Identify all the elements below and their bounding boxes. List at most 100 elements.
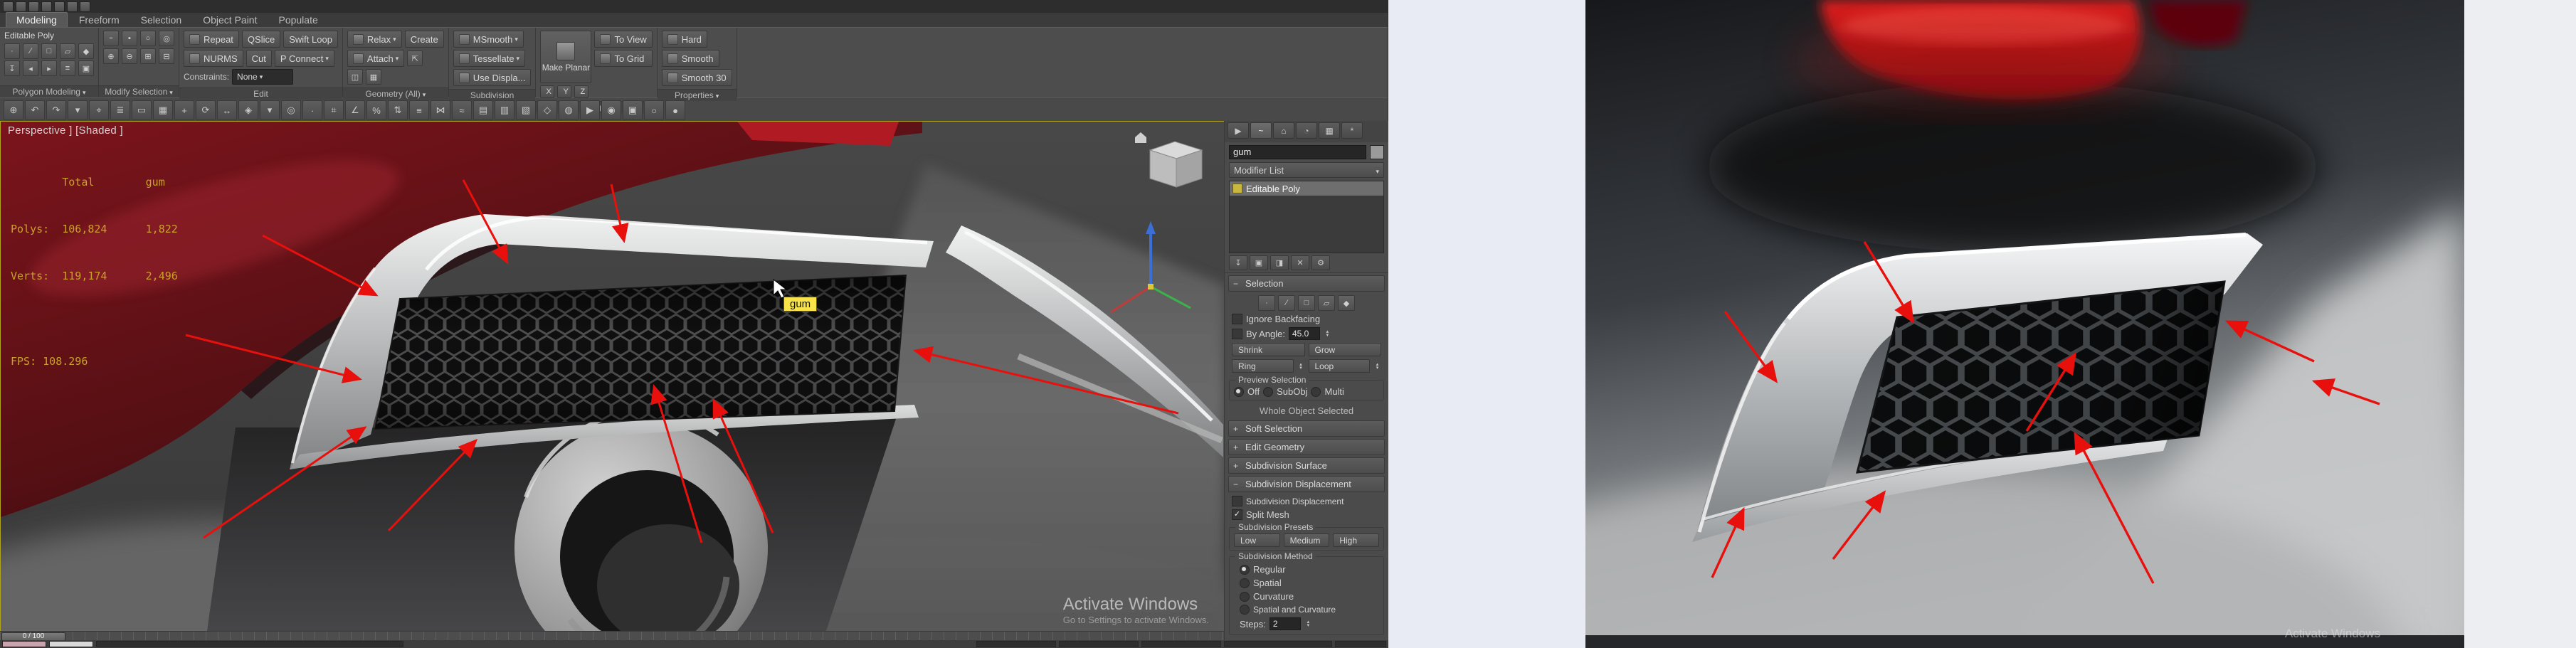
next-modifier-icon[interactable]: ▸ xyxy=(41,60,57,76)
open-file-icon[interactable] xyxy=(28,1,39,12)
tab-populate[interactable]: Populate xyxy=(268,13,327,27)
save-file-icon[interactable] xyxy=(41,1,52,12)
rollout-subdivision-surface[interactable]: + Subdivision Surface xyxy=(1228,457,1385,474)
vertex-mode-icon[interactable]: · xyxy=(4,43,20,59)
maxscript-mini-listener[interactable] xyxy=(2,641,46,647)
max-logo-icon[interactable] xyxy=(3,1,14,12)
object-name-field[interactable]: gum xyxy=(1229,145,1366,159)
preview-subobj-radio[interactable] xyxy=(1263,386,1274,397)
smooth-button[interactable]: Smooth xyxy=(661,50,719,67)
preset-low-button[interactable]: Low xyxy=(1234,533,1280,547)
shrink-selection-icon[interactable]: ▫ xyxy=(103,31,119,46)
swift-loop-button[interactable]: Swift Loop xyxy=(283,31,338,48)
unlink-selection-icon[interactable]: ↶ xyxy=(25,100,45,120)
select-object-icon[interactable]: ⌖ xyxy=(89,100,109,120)
rectangular-selection-region-icon[interactable]: ▭ xyxy=(132,100,152,120)
ring-button[interactable]: Ring xyxy=(1232,359,1294,373)
select-by-name-icon[interactable]: ≣ xyxy=(110,100,130,120)
element-subobject-icon[interactable]: ◆ xyxy=(1338,295,1355,311)
ribbon-caption-properties[interactable]: Properties xyxy=(657,89,737,101)
toggle-layer-explorer-icon[interactable]: ▧ xyxy=(516,100,536,120)
by-angle-spinner[interactable] xyxy=(1324,330,1331,337)
select-and-rotate-icon[interactable]: ⟳ xyxy=(196,100,216,120)
preset-high-button[interactable]: High xyxy=(1333,533,1380,547)
snaps-toggle-icon[interactable]: ∠ xyxy=(345,100,365,120)
use-pivot-point-center-icon[interactable]: ◎ xyxy=(281,100,301,120)
border-mode-icon[interactable]: □ xyxy=(41,43,57,59)
steps-value[interactable]: 2 xyxy=(1269,617,1301,630)
select-and-manipulate-icon[interactable]: · xyxy=(302,100,322,120)
align-x-button[interactable]: X xyxy=(540,85,555,98)
make-planar-button[interactable]: Make Planar xyxy=(540,31,592,83)
render-production-icon[interactable]: ● xyxy=(665,100,685,120)
curve-editor-icon[interactable]: ◍ xyxy=(559,100,579,120)
ring-shrink-icon[interactable]: ⊟ xyxy=(159,48,174,64)
help-icon[interactable] xyxy=(80,1,90,12)
selection-filter-dropdown[interactable]: ▾ xyxy=(68,100,88,120)
remove-modifier-icon[interactable]: ✕ xyxy=(1291,255,1309,270)
angle-snap-toggle-icon[interactable]: % xyxy=(366,100,386,120)
create-tab-icon[interactable]: ▶ xyxy=(1228,122,1249,139)
window-crossing-icon[interactable]: ▦ xyxy=(153,100,173,120)
nurms-button[interactable]: NURMS xyxy=(184,50,243,67)
toggle-ribbon-icon[interactable]: ◇ xyxy=(537,100,557,120)
rollout-edit-geometry[interactable]: + Edit Geometry xyxy=(1228,439,1385,455)
coordinate-z-field[interactable] xyxy=(1141,641,1221,647)
constraints-dropdown[interactable]: None xyxy=(232,69,294,85)
redo-icon[interactable] xyxy=(67,1,78,12)
tab-modeling[interactable]: Modeling xyxy=(6,12,68,27)
to-grid-button[interactable]: To Grid xyxy=(594,50,653,67)
select-and-scale-icon[interactable]: ↔ xyxy=(217,100,237,120)
coordinate-y-field[interactable] xyxy=(1059,641,1139,647)
cap-poly-icon[interactable]: ◫ xyxy=(347,69,363,85)
tab-selection[interactable]: Selection xyxy=(131,13,192,27)
select-ring-icon[interactable]: ◎ xyxy=(159,31,174,46)
object-color-swatch[interactable] xyxy=(1370,145,1384,159)
tab-freeform[interactable]: Freeform xyxy=(69,13,130,27)
edge-subobject-icon[interactable]: ∕ xyxy=(1278,295,1295,311)
method-spatial-radio[interactable] xyxy=(1240,578,1250,588)
loop-shrink-icon[interactable]: ⊖ xyxy=(122,48,137,64)
loop-grow-icon[interactable]: ⊕ xyxy=(103,48,119,64)
utilities-tab-icon[interactable]: * xyxy=(1341,122,1363,139)
by-angle-checkbox[interactable] xyxy=(1232,328,1242,339)
rollout-subdivision-displacement[interactable]: − Subdivision Displacement xyxy=(1228,476,1385,492)
ribbon-caption-edit[interactable]: Edit xyxy=(179,87,342,100)
subdivision-displacement-checkbox[interactable] xyxy=(1232,496,1242,506)
hard-button[interactable]: Hard xyxy=(661,31,707,48)
stack-item-editable-poly[interactable]: Editable Poly xyxy=(1230,181,1383,196)
spinner-snap-toggle-icon[interactable]: ≡ xyxy=(409,100,429,120)
align-y-button[interactable]: Y xyxy=(557,85,572,98)
create-button[interactable]: Create xyxy=(404,31,444,48)
viewport[interactable]: Perspective ] [Shaded ] Total gum Polys:… xyxy=(0,121,1225,632)
configure-modifier-sets-icon[interactable]: ⚙ xyxy=(1311,255,1330,270)
coordinate-x-field[interactable] xyxy=(976,641,1056,647)
ring-spinner[interactable] xyxy=(1297,363,1305,370)
ignore-backfacing-checkbox[interactable] xyxy=(1232,314,1242,324)
percent-snap-toggle-icon[interactable]: ⇅ xyxy=(388,100,408,120)
ribbon-caption-polygon-modeling[interactable]: Polygon Modeling xyxy=(0,85,98,97)
modifier-list-dropdown[interactable]: Modifier List xyxy=(1229,162,1384,178)
maxscript-mini-listener-white[interactable] xyxy=(49,641,93,647)
new-scene-icon[interactable] xyxy=(16,1,26,12)
pin-stack-ribbon-icon[interactable]: ↧ xyxy=(4,60,20,76)
method-spatial-curvature-radio[interactable] xyxy=(1240,605,1250,615)
reference-coordinate-dropdown[interactable]: ▾ xyxy=(260,100,280,120)
border-subobject-icon[interactable]: □ xyxy=(1298,295,1315,311)
select-and-move-icon[interactable]: + xyxy=(174,100,194,120)
hierarchy-tab-icon[interactable]: ⌂ xyxy=(1273,122,1294,139)
ribbon-caption-geometry[interactable]: Geometry (All) xyxy=(342,87,448,100)
select-and-link-icon[interactable]: ⊕ xyxy=(4,100,23,120)
grow-button[interactable]: Grow xyxy=(1308,343,1381,356)
ring-grow-icon[interactable]: ⊞ xyxy=(140,48,156,64)
select-loop-icon[interactable]: ○ xyxy=(140,31,156,46)
select-and-place-icon[interactable]: ◈ xyxy=(238,100,258,120)
tessellate-button[interactable]: Tessellate xyxy=(453,50,526,67)
tab-object-paint[interactable]: Object Paint xyxy=(193,13,267,27)
keyboard-shortcut-override-icon[interactable]: ⌗ xyxy=(324,100,344,120)
polygon-mode-icon[interactable]: ▱ xyxy=(60,43,75,59)
edge-mode-icon[interactable]: ∕ xyxy=(23,43,38,59)
show-end-result-icon[interactable]: ▣ xyxy=(1250,255,1268,270)
toggle-scene-explorer-icon[interactable]: ▥ xyxy=(495,100,514,120)
loop-button[interactable]: Loop xyxy=(1308,359,1370,373)
